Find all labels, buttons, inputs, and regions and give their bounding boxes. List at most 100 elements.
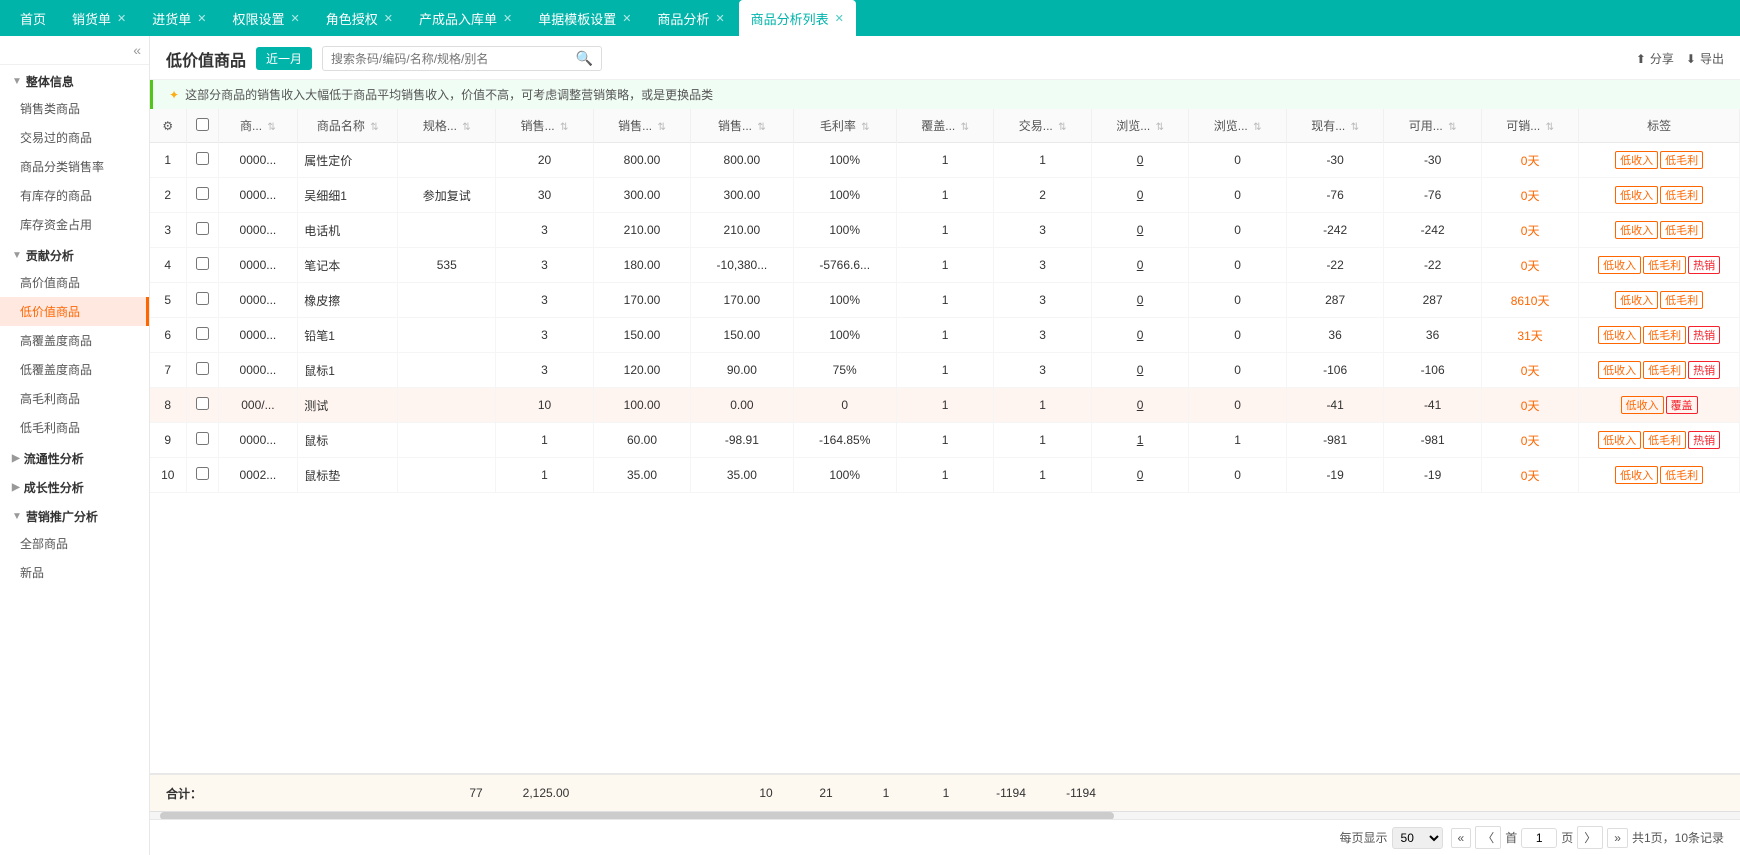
nav-purchase[interactable]: 进货单 ✕ bbox=[140, 0, 218, 36]
row-views1[interactable]: 0 bbox=[1091, 353, 1189, 388]
views1-col-header[interactable]: 浏览... ⇅ bbox=[1091, 109, 1189, 143]
sidebar-item-high-value[interactable]: 高价值商品 bbox=[0, 268, 149, 297]
sidebar-item-stock-capital[interactable]: 库存资金占用 bbox=[0, 210, 149, 239]
row-sales-qty: 3 bbox=[496, 213, 594, 248]
tag-badge: 低毛利 bbox=[1643, 326, 1686, 344]
scrollbar[interactable] bbox=[150, 811, 1740, 819]
per-page-select[interactable]: 50 20 100 bbox=[1392, 827, 1443, 849]
views-link[interactable]: 0 bbox=[1137, 328, 1144, 342]
sidebar-group-growth[interactable]: ▶ 成长性分析 bbox=[0, 471, 149, 500]
nav-inbound[interactable]: 产成品入库单 ✕ bbox=[407, 0, 524, 36]
row-current-stock: -242 bbox=[1286, 213, 1384, 248]
row-checkbox[interactable] bbox=[196, 432, 209, 445]
row-views1[interactable]: 0 bbox=[1091, 458, 1189, 493]
views2-col-header[interactable]: 浏览... ⇅ bbox=[1189, 109, 1287, 143]
nav-template[interactable]: 单据模板设置 ✕ bbox=[526, 0, 643, 36]
coverage-col-header[interactable]: 覆盖... ⇅ bbox=[896, 109, 994, 143]
chevron-right-icon: ▶ bbox=[12, 482, 20, 493]
page-number-input[interactable] bbox=[1521, 828, 1557, 848]
row-views1[interactable]: 0 bbox=[1091, 213, 1189, 248]
sidebar-item-stock-goods[interactable]: 有库存的商品 bbox=[0, 181, 149, 210]
close-icon[interactable]: ✕ bbox=[117, 12, 126, 25]
saleable-col-header[interactable]: 可销... ⇅ bbox=[1481, 109, 1579, 143]
views-link[interactable]: 0 bbox=[1137, 223, 1144, 237]
views-link[interactable]: 0 bbox=[1137, 398, 1144, 412]
nav-home[interactable]: 首页 bbox=[8, 0, 58, 36]
row-views1[interactable]: 1 bbox=[1091, 423, 1189, 458]
sidebar-item-high-coverage[interactable]: 高覆盖度商品 bbox=[0, 326, 149, 355]
current-stock-col-header[interactable]: 现有... ⇅ bbox=[1286, 109, 1384, 143]
row-views1[interactable]: 0 bbox=[1091, 388, 1189, 423]
row-checkbox[interactable] bbox=[196, 362, 209, 375]
total-info: 共1页，10条记录 bbox=[1632, 829, 1724, 846]
row-checkbox[interactable] bbox=[196, 187, 209, 200]
close-icon[interactable]: ✕ bbox=[622, 12, 631, 25]
available-col-header[interactable]: 可用... ⇅ bbox=[1384, 109, 1482, 143]
search-icon[interactable]: 🔍 bbox=[576, 50, 593, 67]
views-link[interactable]: 0 bbox=[1137, 258, 1144, 272]
row-checkbox[interactable] bbox=[196, 222, 209, 235]
row-spec bbox=[398, 388, 496, 423]
row-views1[interactable]: 0 bbox=[1091, 318, 1189, 353]
first-page-button[interactable]: « bbox=[1451, 828, 1472, 848]
views-link[interactable]: 0 bbox=[1137, 293, 1144, 307]
spec-col-header[interactable]: 规格... ⇅ bbox=[398, 109, 496, 143]
nav-product-analysis[interactable]: 商品分析 ✕ bbox=[645, 0, 736, 36]
sales-profit-col-header[interactable]: 销售... ⇅ bbox=[691, 109, 793, 143]
sidebar-item-category-rate[interactable]: 商品分类销售率 bbox=[0, 152, 149, 181]
sidebar-item-low-coverage[interactable]: 低覆盖度商品 bbox=[0, 355, 149, 384]
sidebar-item-low-margin[interactable]: 低毛利商品 bbox=[0, 413, 149, 442]
close-icon[interactable]: ✕ bbox=[835, 12, 844, 25]
close-icon[interactable]: ✕ bbox=[291, 12, 300, 25]
select-all-checkbox[interactable] bbox=[196, 118, 209, 131]
sidebar-item-new-goods[interactable]: 新品 bbox=[0, 558, 149, 587]
export-button[interactable]: ⬇ 导出 bbox=[1686, 50, 1724, 67]
transaction-col-header[interactable]: 交易... ⇅ bbox=[994, 109, 1092, 143]
name-col-header[interactable]: 商品名称 ⇅ bbox=[298, 109, 398, 143]
nav-sales[interactable]: 销货单 ✕ bbox=[60, 0, 138, 36]
close-icon[interactable]: ✕ bbox=[503, 12, 512, 25]
row-views1[interactable]: 0 bbox=[1091, 283, 1189, 318]
sidebar-group-liquidity[interactable]: ▶ 流通性分析 bbox=[0, 442, 149, 471]
close-icon[interactable]: ✕ bbox=[384, 12, 393, 25]
next-page-button[interactable]: 〉 bbox=[1577, 826, 1603, 849]
table-wrapper[interactable]: ⚙ 商... ⇅ 商品名称 ⇅ 规格... ⇅ 销售... ⇅ 销售... ⇅ … bbox=[150, 109, 1740, 773]
sidebar-item-sales-goods[interactable]: 销售类商品 bbox=[0, 94, 149, 123]
row-views1[interactable]: 0 bbox=[1091, 143, 1189, 178]
nav-product-analysis-list[interactable]: 商品分析列表 ✕ bbox=[739, 0, 856, 36]
views-link[interactable]: 1 bbox=[1137, 433, 1144, 447]
views-link[interactable]: 0 bbox=[1137, 153, 1144, 167]
sales-qty-col-header[interactable]: 销售... ⇅ bbox=[496, 109, 594, 143]
row-checkbox[interactable] bbox=[196, 292, 209, 305]
settings-col-header[interactable]: ⚙ bbox=[150, 109, 186, 143]
row-checkbox[interactable] bbox=[196, 257, 209, 270]
last-page-button[interactable]: » bbox=[1607, 828, 1628, 848]
row-name: 鼠标 bbox=[298, 423, 398, 458]
views-link[interactable]: 0 bbox=[1137, 363, 1144, 377]
search-input[interactable] bbox=[331, 52, 572, 66]
filter-recent-month-button[interactable]: 近一月 bbox=[256, 47, 312, 70]
prev-page-button[interactable]: 〈 bbox=[1475, 826, 1501, 849]
sidebar-item-high-margin[interactable]: 高毛利商品 bbox=[0, 384, 149, 413]
nav-roles[interactable]: 角色授权 ✕ bbox=[314, 0, 405, 36]
views-link[interactable]: 0 bbox=[1137, 188, 1144, 202]
sidebar-collapse-button[interactable]: « bbox=[131, 40, 143, 60]
margin-col-header[interactable]: 毛利率 ⇅ bbox=[793, 109, 896, 143]
close-icon[interactable]: ✕ bbox=[197, 12, 206, 25]
code-col-header[interactable]: 商... ⇅ bbox=[218, 109, 298, 143]
sidebar-item-traded-goods[interactable]: 交易过的商品 bbox=[0, 123, 149, 152]
nav-permissions[interactable]: 权限设置 ✕ bbox=[220, 0, 311, 36]
row-checkbox[interactable] bbox=[196, 152, 209, 165]
row-checkbox[interactable] bbox=[196, 397, 209, 410]
sales-amount-col-header[interactable]: 销售... ⇅ bbox=[593, 109, 691, 143]
row-views1[interactable]: 0 bbox=[1091, 248, 1189, 283]
views-link[interactable]: 0 bbox=[1137, 468, 1144, 482]
row-available: -30 bbox=[1384, 143, 1482, 178]
close-icon[interactable]: ✕ bbox=[715, 12, 724, 25]
sidebar-item-low-value[interactable]: 低价值商品 bbox=[0, 297, 149, 326]
row-checkbox[interactable] bbox=[196, 327, 209, 340]
row-checkbox[interactable] bbox=[196, 467, 209, 480]
sidebar-item-all-goods[interactable]: 全部商品 bbox=[0, 529, 149, 558]
row-views1[interactable]: 0 bbox=[1091, 178, 1189, 213]
share-button[interactable]: ⬆ 分享 bbox=[1636, 50, 1674, 67]
